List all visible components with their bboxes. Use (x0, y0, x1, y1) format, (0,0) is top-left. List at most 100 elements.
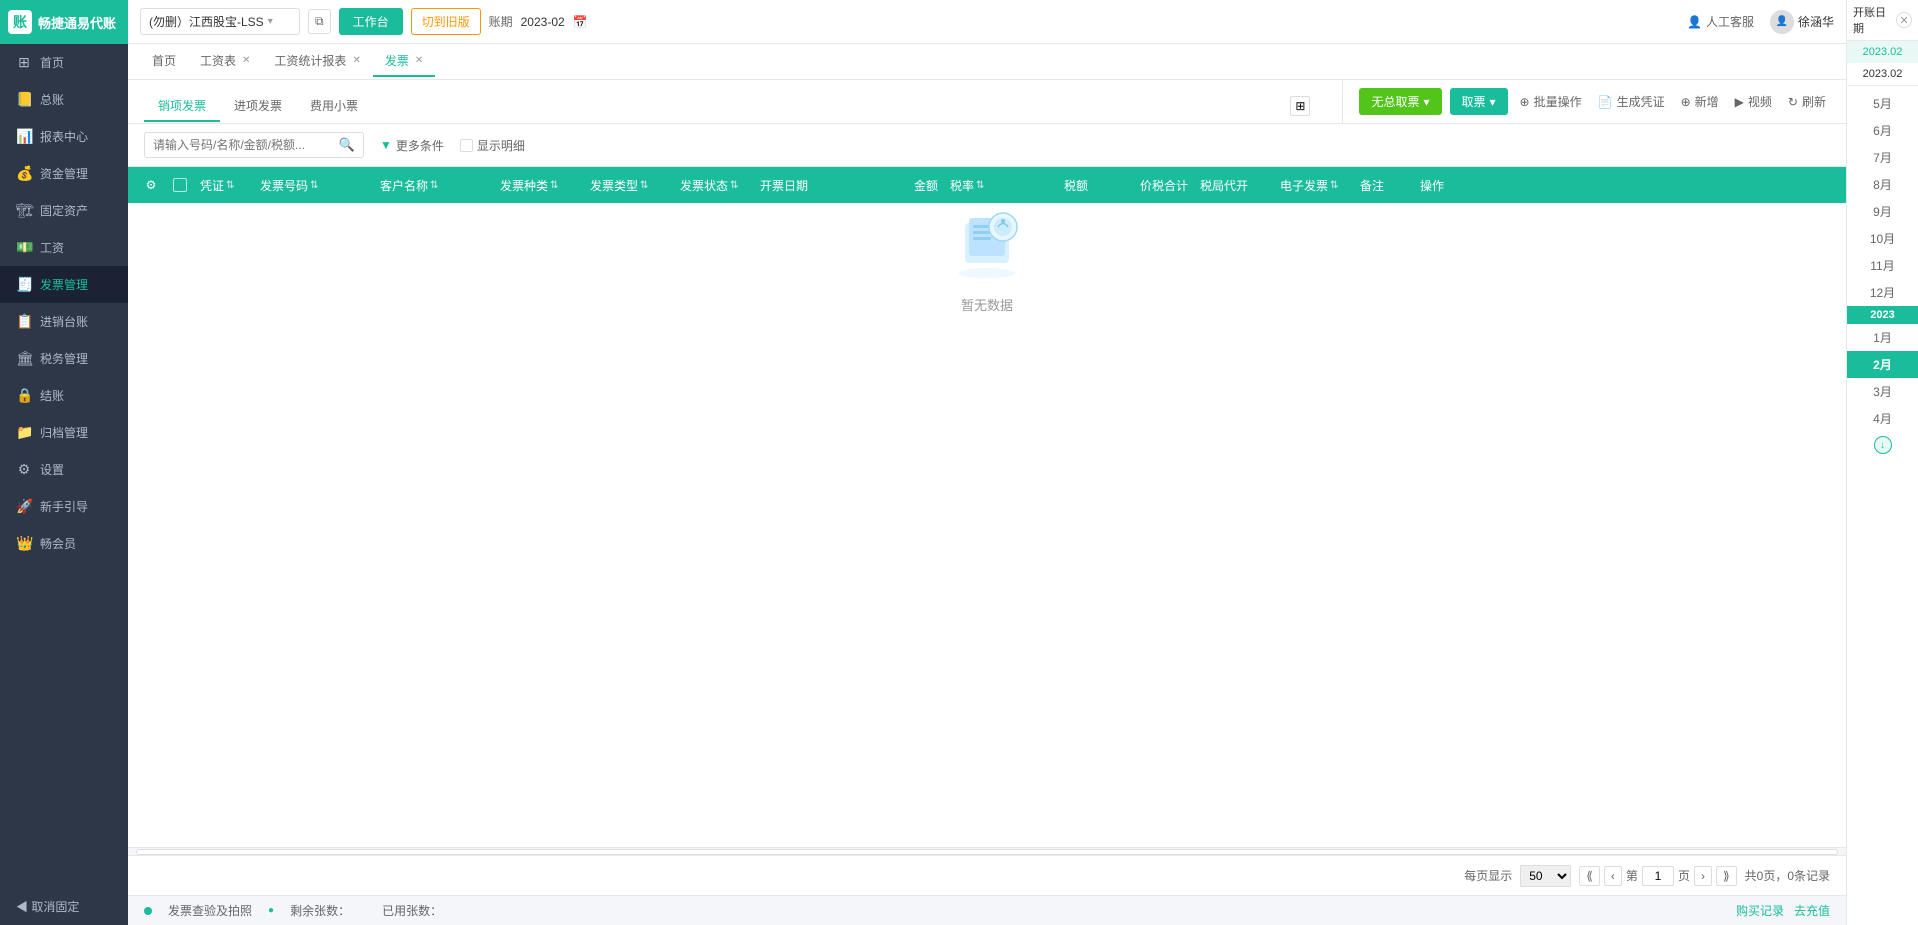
tab-payroll-stats[interactable]: 工资统计报表 ✕ (262, 46, 372, 77)
th-tax: 税额 (1014, 177, 1094, 194)
voucher-sort-icon[interactable]: ⇅ (226, 180, 234, 191)
date-scroll-indicator[interactable]: ↓ (1847, 432, 1918, 458)
date-month-9[interactable]: 9月 (1847, 198, 1918, 225)
date-month-6[interactable]: 6月 (1847, 117, 1918, 144)
take-invoice-btn[interactable]: 取票 ▾ (1450, 88, 1508, 115)
sidebar-item-reports[interactable]: 📊 报表中心 (0, 118, 128, 155)
tab-payroll[interactable]: 工资表 ✕ (188, 46, 262, 77)
date-month-2-2023[interactable]: 2月 (1847, 351, 1918, 378)
tab-invoice-close[interactable]: ✕ (415, 55, 423, 66)
per-page-label: 每页显示 (1464, 867, 1512, 884)
no-invoice-btn[interactable]: 无总取票 ▾ (1359, 88, 1441, 115)
th-e-invoice: 电子发票 ⇅ (1274, 177, 1354, 194)
show-detail-checkbox[interactable]: 显示明细 (460, 137, 525, 154)
inv-kind-sort-icon[interactable]: ⇅ (640, 180, 648, 191)
sidebar-item-invoice[interactable]: 🧾 发票管理 (0, 266, 128, 303)
next-page-btn[interactable]: › (1694, 866, 1712, 886)
batch-ops-btn[interactable]: ⊕ 批量操作 (1516, 88, 1586, 115)
last-page-btn[interactable]: ⟫ (1716, 866, 1737, 886)
purchase-record-link[interactable]: 购买记录 (1736, 904, 1784, 918)
recharge-link[interactable]: 去充值 (1794, 904, 1830, 918)
user-menu[interactable]: 👤 徐涵华 (1770, 10, 1834, 34)
home-icon: ⊞ (16, 54, 32, 71)
date-month-11[interactable]: 11月 (1847, 252, 1918, 279)
sidebar-item-tax[interactable]: 🏛 税务管理 (0, 340, 128, 377)
per-page-select[interactable]: 50 20 100 (1520, 865, 1571, 887)
inv-type-sort-icon[interactable]: ⇅ (550, 180, 558, 191)
sidebar-item-general-ledger[interactable]: 📒 总账 (0, 81, 128, 118)
sidebar-item-label: 发票管理 (40, 276, 88, 293)
customer-service-btn[interactable]: 👤 人工客服 (1687, 13, 1754, 30)
tab-invoice[interactable]: 发票 ✕ (373, 46, 435, 77)
th-e-invoice-label: 电子发票 (1280, 177, 1328, 194)
tab-home[interactable]: 首页 (140, 46, 188, 77)
search-input[interactable] (153, 138, 333, 152)
customer-sort-icon[interactable]: ⇅ (430, 180, 438, 191)
sidebar-item-member[interactable]: 👑 畅会员 (0, 525, 128, 562)
invoice-no-sort-icon[interactable]: ⇅ (310, 180, 318, 191)
sidebar-item-settings[interactable]: ⚙ 设置 (0, 451, 128, 488)
date-month-7[interactable]: 7月 (1847, 144, 1918, 171)
page-input[interactable] (1642, 866, 1674, 886)
date-month-1-2023[interactable]: 1月 (1847, 324, 1918, 351)
date-entry-2023-02[interactable]: 2023.02 (1847, 63, 1918, 86)
date-entry-2023-02-top[interactable]: 2023.02 (1847, 41, 1918, 63)
copy-icon: ⧉ (315, 14, 324, 28)
content-area: 销项发票 进项发票 费用小票 ⊞ 无总取票 ▾ (128, 80, 1846, 925)
refresh-btn[interactable]: ↻ 刷新 (1784, 88, 1830, 115)
first-page-btn[interactable]: ⟪ (1579, 866, 1600, 886)
sidebar-item-label: 进销台账 (40, 313, 88, 330)
refresh-label: 刷新 (1802, 93, 1826, 110)
sidebar-item-newbie[interactable]: 🚀 新手引导 (0, 488, 128, 525)
sidebar-item-fixed-assets[interactable]: 🏗 固定资产 (0, 192, 128, 229)
tab-payroll-stats-close[interactable]: ✕ (352, 55, 360, 66)
prev-page-btn[interactable]: ‹ (1604, 866, 1622, 886)
generate-voucher-btn[interactable]: 📄 生成凭证 (1594, 88, 1669, 115)
period-calendar-icon[interactable]: 📅 (573, 15, 588, 29)
sidebar-item-archive[interactable]: 📁 归档管理 (0, 414, 128, 451)
pagination-bar: 每页显示 50 20 100 ⟪ ‹ 第 页 › ⟫ (128, 855, 1846, 895)
sales-ledger-icon: 📋 (16, 313, 32, 330)
date-month-3-2023[interactable]: 3月 (1847, 378, 1918, 405)
search-icon: 🔍 (339, 137, 355, 153)
scroll-down-icon[interactable]: ↓ (1874, 436, 1892, 454)
date-year-2023[interactable]: 2023 (1847, 306, 1918, 324)
date-month-5[interactable]: 5月 (1847, 90, 1918, 117)
invoice-toolbar: 无总取票 ▾ 取票 ▾ ⊕ 批量操作 📄 生成凭证 (1342, 80, 1846, 123)
sidebar-item-payroll[interactable]: 💵 工资 (0, 229, 128, 266)
sub-tab-sales-invoice[interactable]: 销项发票 (144, 91, 220, 122)
copy-company-btn[interactable]: ⧉ (308, 9, 331, 34)
sidebar-collapse-btn[interactable]: ◀ 取消固定 (0, 888, 128, 925)
th-settings[interactable]: ⚙ (136, 178, 166, 192)
sub-tab-purchase-invoice[interactable]: 进项发票 (220, 91, 296, 122)
th-check[interactable] (166, 178, 194, 192)
switch-version-btn[interactable]: 切到旧版 (411, 8, 481, 35)
sidebar: 账 畅捷通易代账 ⊞ 首页 📒 总账 📊 报表中心 💰 资金管理 🏗 固定资产 … (0, 0, 128, 925)
sidebar-item-capital[interactable]: 💰 资金管理 (0, 155, 128, 192)
status-sort-icon[interactable]: ⇅ (730, 180, 738, 191)
sidebar-item-home[interactable]: ⊞ 首页 (0, 44, 128, 81)
table-settings-icon[interactable]: ⊞ (1290, 96, 1310, 116)
date-month-10[interactable]: 10月 (1847, 225, 1918, 252)
pagination-right: 每页显示 50 20 100 ⟪ ‹ 第 页 › ⟫ (1464, 865, 1830, 887)
sub-tab-expense-receipt[interactable]: 费用小票 (296, 91, 372, 122)
date-month-4-2023[interactable]: 4月 (1847, 405, 1918, 432)
logo-text: 畅捷通易代账 (38, 13, 116, 32)
sidebar-item-closing[interactable]: 🔒 结账 (0, 377, 128, 414)
date-panel-close-btn[interactable]: ✕ (1896, 12, 1912, 28)
tab-payroll-close[interactable]: ✕ (242, 55, 250, 66)
workspace-btn[interactable]: 工作台 (339, 8, 403, 35)
sidebar-item-sales-ledger[interactable]: 📋 进销台账 (0, 303, 128, 340)
add-new-btn[interactable]: ⊕ 新增 (1677, 88, 1723, 115)
company-selector[interactable]: (勿删）江西股宝-LSS ▾ (140, 8, 300, 35)
more-filter-btn[interactable]: ▼ 更多条件 (380, 137, 444, 154)
th-amount-label: 金额 (914, 177, 938, 194)
date-month-8[interactable]: 8月 (1847, 171, 1918, 198)
video-btn[interactable]: ▶ 视频 (1731, 88, 1776, 115)
th-inv-type-label: 发票种类 (500, 177, 548, 194)
footer-right: 购买记录 去充值 (1736, 902, 1830, 919)
video-icon: ▶ (1735, 95, 1744, 109)
tax-rate-sort-icon[interactable]: ⇅ (976, 180, 984, 191)
e-invoice-sort-icon[interactable]: ⇅ (1330, 180, 1338, 191)
date-month-12[interactable]: 12月 (1847, 279, 1918, 306)
